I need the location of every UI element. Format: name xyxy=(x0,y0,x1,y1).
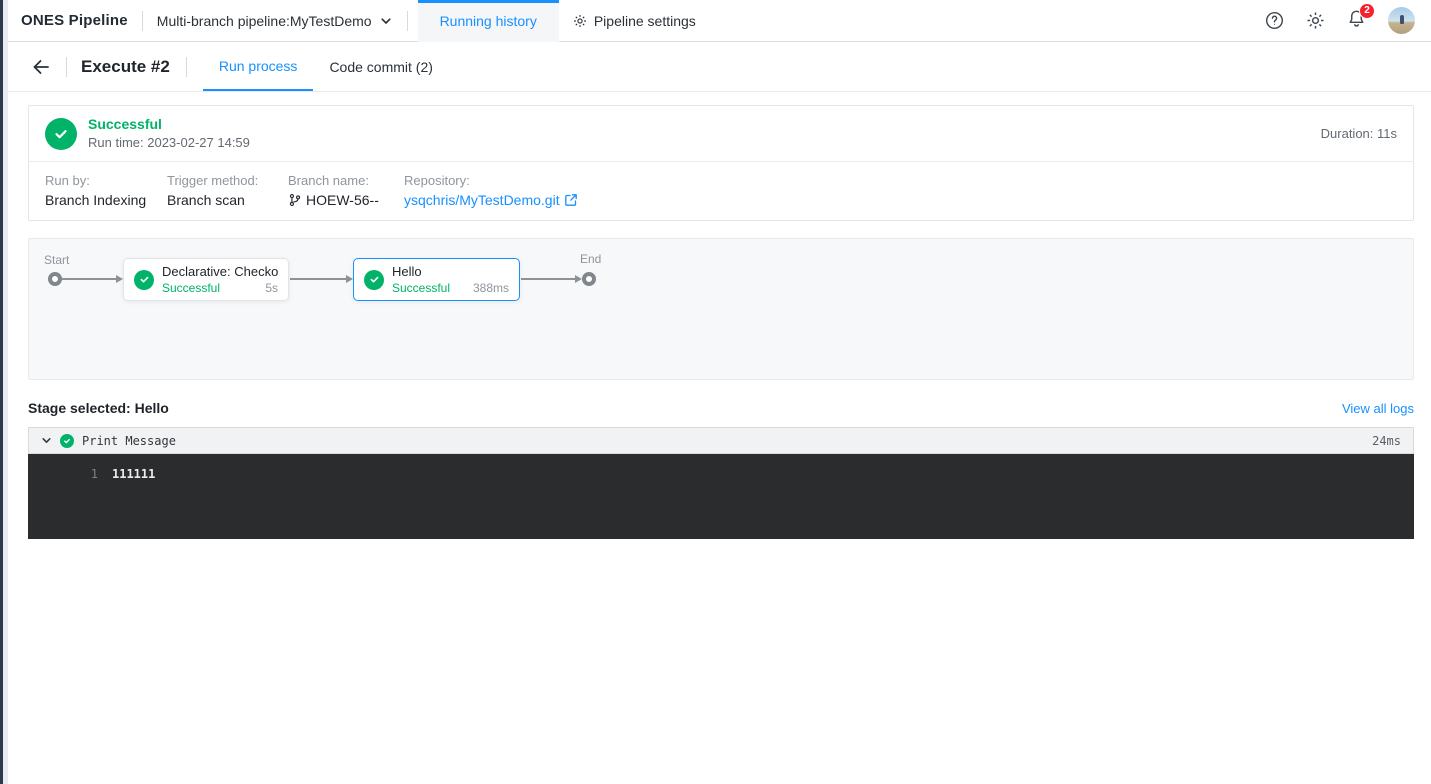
divider xyxy=(66,56,67,77)
stage-status: Successful xyxy=(392,280,451,295)
notifications[interactable]: 2 xyxy=(1347,2,1375,33)
git-branch-icon xyxy=(289,194,301,206)
edge-arrowhead xyxy=(116,275,123,283)
success-check-icon xyxy=(60,433,74,448)
stage-name: Declarative: Checkou... xyxy=(162,263,278,279)
repository-link-label: ysqchris/MyTestDemo.git xyxy=(404,192,560,208)
repository-link[interactable]: ysqchris/MyTestDemo.git xyxy=(404,192,578,208)
tab-code-commit-label: Code commit (2) xyxy=(329,58,433,75)
log-line-number: 1 xyxy=(90,467,98,481)
start-node xyxy=(48,272,62,286)
log-output: 1 111111 xyxy=(28,454,1414,539)
field-value: Branch Indexing xyxy=(45,192,147,208)
edge-arrowhead xyxy=(575,275,582,283)
run-duration: Duration: 11s xyxy=(1320,126,1397,141)
log-step-header[interactable]: Print Message 24ms xyxy=(28,427,1414,454)
divider xyxy=(141,10,143,31)
step-name: Print Message xyxy=(82,433,176,448)
tab-running-history-label: Running history xyxy=(439,12,537,29)
run-status: Successful xyxy=(88,116,162,132)
status-card: Successful Run time: 2023-02-27 14:59 Du… xyxy=(28,105,1414,221)
pipeline-selector-label: Multi-branch pipeline:MyTestDemo xyxy=(156,12,372,29)
tab-running-history[interactable]: Running history xyxy=(417,0,559,42)
start-label: Start xyxy=(44,253,70,267)
field-run-by: Run by: Branch Indexing xyxy=(45,173,167,208)
view-all-logs-link[interactable]: View all logs xyxy=(1342,401,1414,416)
pipeline-selector[interactable]: Multi-branch pipeline:MyTestDemo xyxy=(157,13,393,29)
step-duration: 24ms xyxy=(1372,433,1401,448)
tab-pipeline-settings-label: Pipeline settings xyxy=(593,12,696,29)
success-check-icon xyxy=(45,117,77,150)
stage-name: Hello xyxy=(392,263,422,279)
field-label: Run by: xyxy=(45,173,90,188)
success-check-icon xyxy=(364,269,384,290)
branch-name: HOEW-56-- xyxy=(306,192,379,208)
field-label: Branch name: xyxy=(288,173,369,188)
stage-selected-title: Stage selected: Hello xyxy=(28,400,169,416)
gear-icon[interactable] xyxy=(1306,11,1325,30)
collapse-chevron-icon[interactable] xyxy=(41,435,52,446)
divider xyxy=(406,10,408,31)
app-window: ONES Pipeline Multi-branch pipeline:MyTe… xyxy=(8,0,1431,784)
status-summary-row: Successful Run time: 2023-02-27 14:59 Du… xyxy=(29,106,1413,161)
end-label: End xyxy=(580,252,602,266)
tab-run-process[interactable]: Run process xyxy=(202,42,314,91)
stage-card-checkout[interactable]: Declarative: Checkou... Successful 5s xyxy=(123,258,289,301)
run-time: Run time: 2023-02-27 14:59 xyxy=(88,135,250,150)
field-branch-name: Branch name: HOEW-56-- xyxy=(288,173,404,208)
stage-card-hello[interactable]: Hello Successful 388ms xyxy=(353,258,520,301)
field-trigger-method: Trigger method: Branch scan xyxy=(167,173,288,208)
edge-line xyxy=(290,278,348,280)
edge-line xyxy=(521,278,577,280)
header-actions: 2 xyxy=(1265,2,1415,34)
log-line: 1 111111 xyxy=(28,466,1414,483)
pipeline-graph: Start Declarative: Checkou... Successful… xyxy=(28,238,1414,380)
avatar-photo xyxy=(1400,15,1404,24)
top-header: ONES Pipeline Multi-branch pipeline:MyTe… xyxy=(8,0,1431,42)
field-repository: Repository: ysqchris/MyTestDemo.git xyxy=(404,173,578,208)
log-line-text: 111111 xyxy=(112,467,156,481)
page: ONES Pipeline Multi-branch pipeline:MyTe… xyxy=(0,0,1431,784)
stage-status: Successful xyxy=(162,280,221,295)
run-details-row: Run by: Branch Indexing Trigger method: … xyxy=(29,161,1413,220)
gear-icon xyxy=(573,14,586,27)
success-check-icon xyxy=(134,269,154,290)
help-icon[interactable] xyxy=(1265,11,1284,30)
app-title: ONES Pipeline xyxy=(21,12,128,29)
field-value: Branch scan xyxy=(167,192,245,208)
stage-detail-bar: Stage selected: Hello View all logs xyxy=(28,400,1414,416)
avatar[interactable] xyxy=(1388,7,1415,34)
field-label: Trigger method: xyxy=(167,173,259,188)
external-link-icon xyxy=(564,194,577,206)
edge-arrowhead xyxy=(346,275,353,283)
log-card: Print Message 24ms 1 111111 xyxy=(28,427,1414,539)
tab-code-commit[interactable]: Code commit (2) xyxy=(313,42,448,91)
stage-duration: 388ms xyxy=(472,280,509,295)
execution-toolbar: Execute #2 Run process Code commit (2) xyxy=(8,42,1431,92)
chevron-down-icon xyxy=(380,17,391,24)
end-node xyxy=(582,272,596,286)
notification-badge: 2 xyxy=(1359,2,1375,19)
tab-pipeline-settings[interactable]: Pipeline settings xyxy=(573,13,696,29)
divider xyxy=(185,56,187,77)
stage-duration: 5s xyxy=(265,280,278,295)
field-label: Repository: xyxy=(404,173,470,188)
back-arrow-icon[interactable] xyxy=(30,56,52,78)
edge-line xyxy=(62,278,118,280)
content: Successful Run time: 2023-02-27 14:59 Du… xyxy=(28,105,1414,539)
tab-run-process-label: Run process xyxy=(218,57,298,74)
execution-title: Execute #2 xyxy=(81,56,170,76)
